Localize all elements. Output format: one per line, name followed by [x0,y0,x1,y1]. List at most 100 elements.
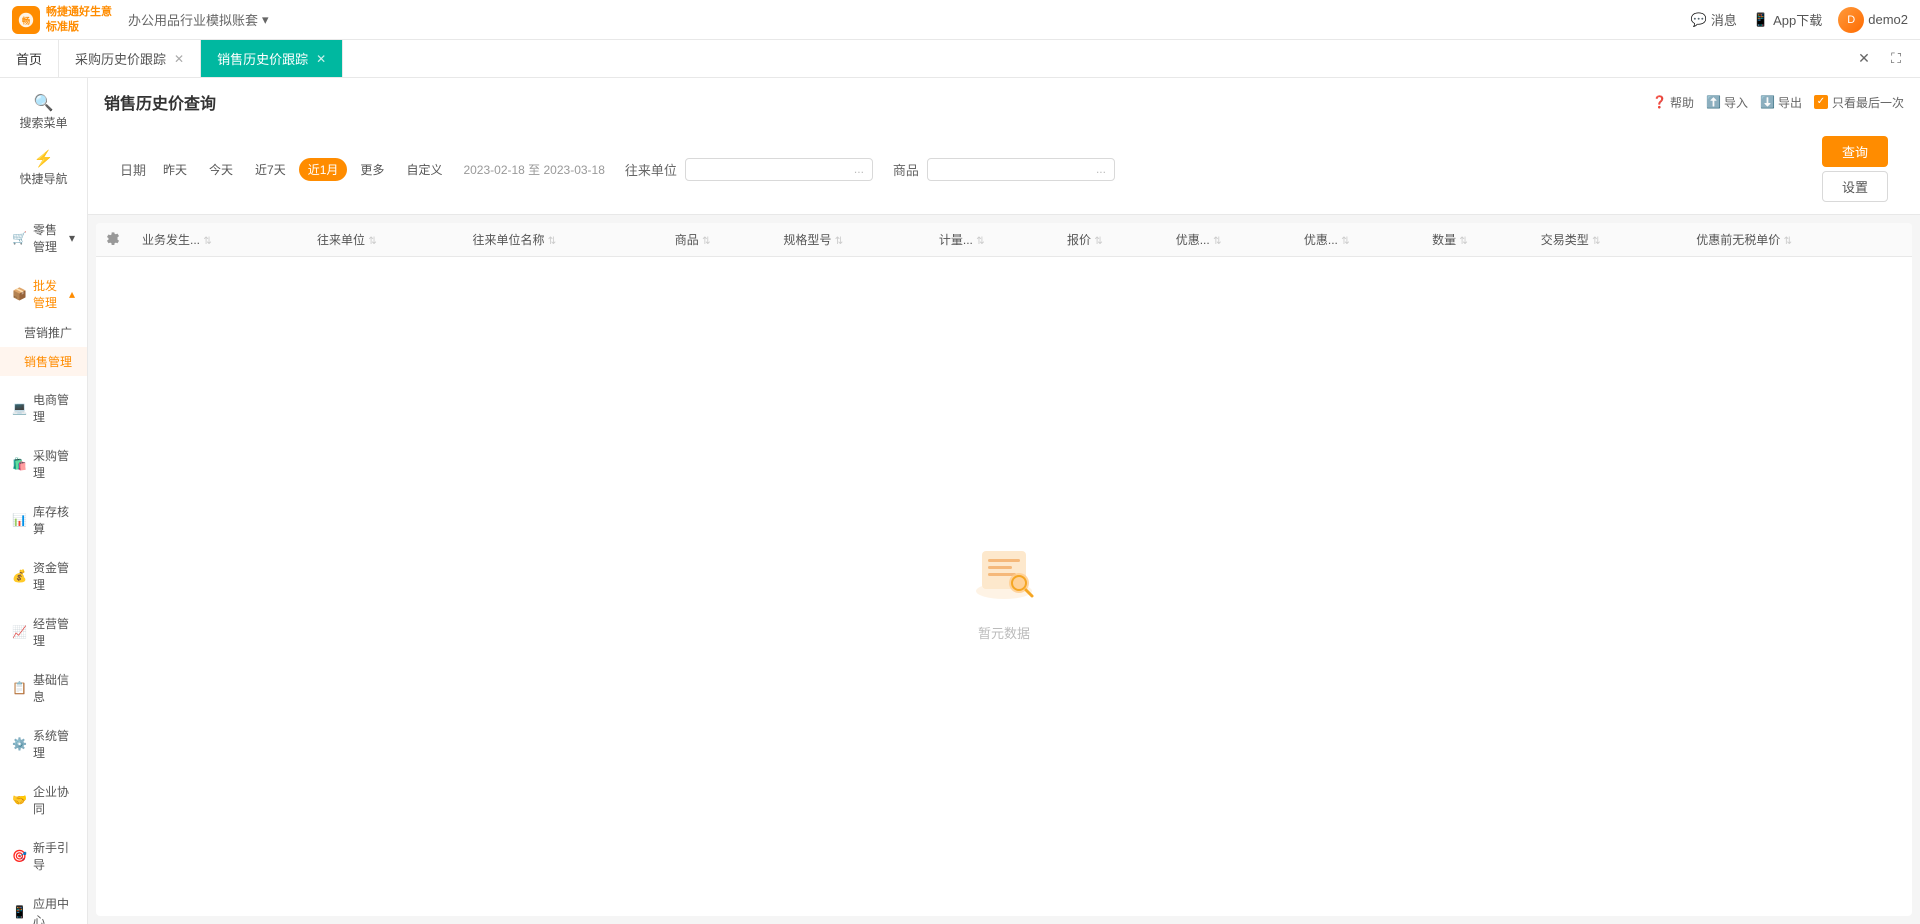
partner-ellipsis[interactable]: ... [854,162,864,176]
sidebar-item-enterprise[interactable]: 🤝 企业协同 [0,776,87,824]
tab-sales-history[interactable]: 销售历史价跟踪 ✕ [201,40,343,77]
filter-bar: 日期 昨天 今天 近7天 近1月 更多 自定义 2023-02-18 至 202… [104,126,1904,214]
th-spec[interactable]: 规格型号 ⇅ [773,223,928,257]
logo-area: 畅 畅捷通好生意 标准版 [12,5,112,34]
sidebar-item-newbie[interactable]: 🎯 新手引导 [0,832,87,880]
wholesale-icon: 📦 [12,287,27,301]
import-btn[interactable]: ⬆️ 导入 [1706,94,1748,111]
th-unit[interactable]: 计量... ⇅ [929,223,1057,257]
th-quote[interactable]: 报价 ⇅ [1057,223,1166,257]
tab-purchase-history[interactable]: 采购历史价跟踪 ✕ [59,40,201,77]
inventory-icon: 📊 [12,513,27,527]
page-title: 销售历史价查询 [104,90,216,114]
sidebar-item-purchase[interactable]: 🛍️ 采购管理 [0,440,87,488]
th-product[interactable]: 商品 ⇅ [665,223,774,257]
tab-close-sales[interactable]: ✕ [316,52,326,66]
sidebar-group-apps: 📱 应用中心 [0,884,87,924]
table-area: 业务发生... ⇅ 往来单位 ⇅ 往来单位名称 ⇅ 商品 [96,223,1912,916]
sidebar-item-ecommerce[interactable]: 💻 电商管理 [0,384,87,432]
date-btn-more[interactable]: 更多 [351,158,393,181]
close-tab-btn[interactable]: ✕ [1852,47,1876,71]
th-partner-code[interactable]: 往来单位 ⇅ [307,223,462,257]
sidebar-item-operations[interactable]: 📈 经营管理 [0,608,87,656]
page-actions: ❓ 帮助 ⬆️ 导入 ⬇️ 导出 只看最后一次 [1652,94,1904,111]
sort-icon-unit: ⇅ [976,236,984,247]
table-empty-state: 暂元数据 [96,257,1912,916]
user-avatar[interactable]: D demo2 [1838,7,1908,33]
table-header-row: 业务发生... ⇅ 往来单位 ⇅ 往来单位名称 ⇅ 商品 [96,223,1912,257]
date-filter-group: 日期 昨天 今天 近7天 近1月 更多 自定义 2023-02-18 至 202… [120,158,605,181]
product-ellipsis[interactable]: ... [1096,162,1106,176]
sidebar-sub-sales-mgmt[interactable]: 销售管理 [0,347,87,376]
checkbox-icon [1814,95,1828,109]
partner-input[interactable] [694,162,854,177]
tab-home[interactable]: 首页 [0,40,59,77]
export-btn[interactable]: ⬇️ 导出 [1760,94,1802,111]
import-icon: ⬆️ [1706,95,1721,109]
search-icon: 🔍 [34,93,54,113]
topbar-left: 畅 畅捷通好生意 标准版 办公用品行业模拟账套 ▾ [12,5,277,34]
partner-input-wrapper[interactable]: ... [685,158,873,181]
sidebar-group-ecommerce: 💻 电商管理 [0,380,87,436]
app-selector[interactable]: 办公用品行业模拟账套 ▾ [120,6,277,33]
th-quantity[interactable]: 数量 ⇅ [1422,223,1531,257]
sort-icon-partner-code: ⇅ [368,236,376,247]
date-btn-last1m[interactable]: 近1月 [299,158,348,181]
help-btn[interactable]: ❓ 帮助 [1652,94,1694,111]
sort-icon-spec: ⇅ [835,236,843,247]
date-btn-today[interactable]: 今天 [200,158,242,181]
date-btn-custom[interactable]: 自定义 [397,158,451,181]
settings-button[interactable]: 设置 [1822,171,1888,202]
sidebar-item-apps[interactable]: 📱 应用中心 [0,888,87,924]
sidebar: 🔍 搜索菜单 ⚡ 快捷导航 🛒 零售管理 ▾ 📦 批发管理 ▴ 营销推广 [0,78,88,924]
product-filter-group: 商品 ... [893,158,1115,181]
sidebar-item-wholesale[interactable]: 📦 批发管理 ▴ [0,270,87,318]
empty-text: 暂元数据 [978,623,1030,642]
date-range-display: 2023-02-18 至 2023-03-18 [463,161,604,178]
sidebar-group-wholesale: 📦 批发管理 ▴ 营销推广 销售管理 [0,266,87,380]
sidebar-item-inventory[interactable]: 📊 库存核算 [0,496,87,544]
sidebar-item-system[interactable]: ⚙️ 系统管理 [0,720,87,768]
apps-icon: 📱 [12,905,27,919]
query-button[interactable]: 查询 [1822,136,1888,167]
maximize-btn[interactable]: ⛶ [1884,47,1908,71]
sidebar-item-retail[interactable]: 🛒 零售管理 ▾ [0,214,87,262]
app-download-btn[interactable]: 📱 App下载 [1753,10,1822,29]
sidebar-sub-marketing[interactable]: 营销推广 [0,318,87,347]
sidebar-item-quick-nav[interactable]: ⚡ 快捷导航 [4,141,83,196]
sidebar-item-basic-info[interactable]: 📋 基础信息 [0,664,87,712]
ecommerce-icon: 💻 [12,401,27,415]
avatar-icon: D [1838,7,1864,33]
content-area: 销售历史价查询 ❓ 帮助 ⬆️ 导入 ⬇️ 导出 [88,78,1920,924]
th-pretax-price[interactable]: 优惠前无税单价 ⇅ [1686,223,1912,257]
sort-icon-partner-name: ⇅ [548,236,556,247]
tabbar: 首页 采购历史价跟踪 ✕ 销售历史价跟踪 ✕ ✕ ⛶ [0,40,1920,78]
message-btn[interactable]: 💬 消息 [1691,10,1737,29]
purchase-icon: 🛍️ [12,457,27,471]
th-discount2[interactable]: 优惠... ⇅ [1294,223,1422,257]
date-btn-last7[interactable]: 近7天 [246,158,295,181]
th-discount1[interactable]: 优惠... ⇅ [1166,223,1294,257]
help-icon: ❓ [1652,95,1667,109]
tab-close-purchase[interactable]: ✕ [174,52,184,66]
sidebar-group-enterprise: 🤝 企业协同 [0,772,87,828]
sort-icon-pretax-price: ⇅ [1784,236,1792,247]
chevron-up-icon: ▴ [69,287,75,301]
chevron-down-icon: ▾ [262,12,269,28]
th-partner-name[interactable]: 往来单位名称 ⇅ [462,223,664,257]
product-input-wrapper[interactable]: ... [927,158,1115,181]
product-input[interactable] [936,162,1096,177]
sidebar-group-basic-info: 📋 基础信息 [0,660,87,716]
operations-icon: 📈 [12,625,27,639]
sort-icon-discount2: ⇅ [1341,236,1349,247]
th-biz-date[interactable]: 业务发生... ⇅ [132,223,307,257]
only-last-checkbox[interactable]: 只看最后一次 [1814,94,1904,111]
sidebar-item-finance[interactable]: 💰 资金管理 [0,552,87,600]
sidebar-item-search[interactable]: 🔍 搜索菜单 [4,85,83,140]
partner-label: 往来单位 [625,160,677,179]
date-btn-yesterday[interactable]: 昨天 [154,158,196,181]
th-settings[interactable] [96,223,132,257]
product-label: 商品 [893,160,919,179]
th-trade-type[interactable]: 交易类型 ⇅ [1531,223,1686,257]
sort-icon-discount1: ⇅ [1213,236,1221,247]
